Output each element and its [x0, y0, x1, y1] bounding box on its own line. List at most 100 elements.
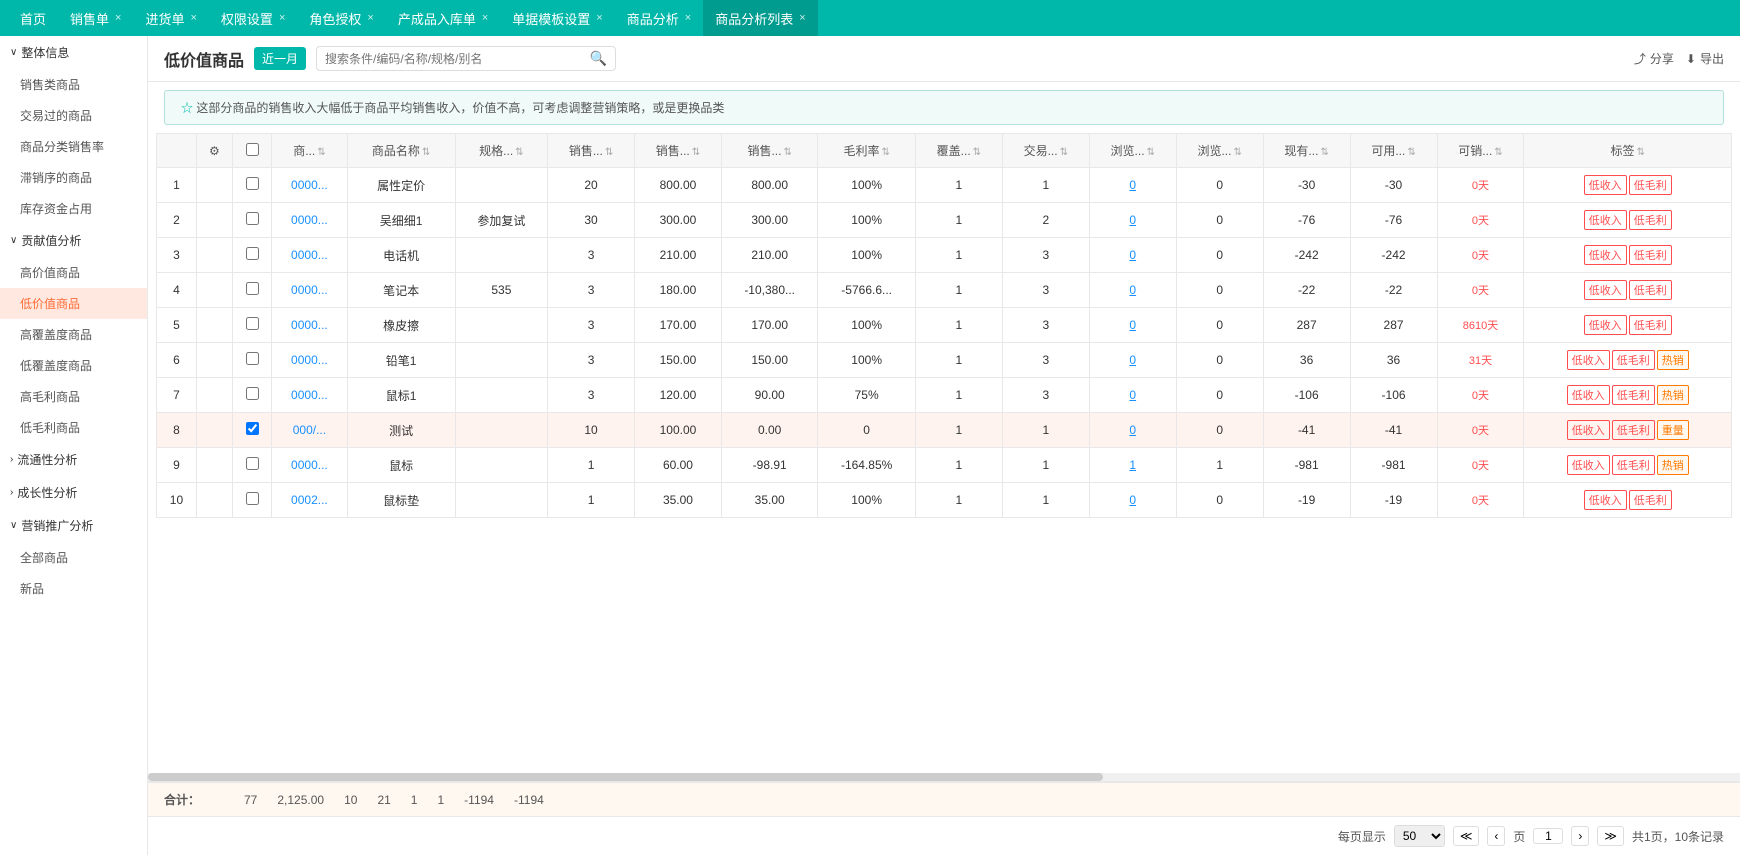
tag-低收入[interactable]: 低收入 — [1584, 245, 1627, 265]
tag-低收入[interactable]: 低收入 — [1567, 350, 1610, 370]
tag-低收入[interactable]: 低收入 — [1567, 385, 1610, 405]
cell-views1[interactable]: 0 — [1089, 238, 1176, 273]
per-page-select[interactable]: 50 100 200 — [1394, 825, 1445, 847]
cell-code[interactable]: 0002... — [272, 483, 347, 518]
tag-低收入[interactable]: 低收入 — [1567, 420, 1610, 440]
cell-checkbox[interactable] — [232, 308, 271, 343]
col-settings[interactable]: ⚙ — [196, 134, 232, 168]
cell-views1[interactable]: 0 — [1089, 378, 1176, 413]
sort-icon[interactable]: ⇅ — [515, 147, 523, 158]
time-filter-button[interactable]: 近一月 — [254, 47, 306, 70]
sidebar-item-滞销序的商品[interactable]: 滞销序的商品 — [0, 162, 147, 193]
sidebar-item-高毛利商品[interactable]: 高毛利商品 — [0, 381, 147, 412]
sort-icon[interactable]: ⇅ — [783, 147, 791, 158]
tag-低毛利[interactable]: 低毛利 — [1629, 175, 1672, 195]
row-checkbox[interactable] — [246, 457, 259, 470]
tag-低收入[interactable]: 低收入 — [1584, 210, 1627, 230]
cell-code[interactable]: 0000... — [272, 238, 347, 273]
next-page-button[interactable]: › — [1571, 826, 1589, 846]
tag-低收入[interactable]: 低收入 — [1584, 175, 1627, 195]
cell-views1[interactable]: 0 — [1089, 273, 1176, 308]
nav-tab-close-icon[interactable]: × — [685, 12, 691, 24]
cell-settings[interactable] — [196, 343, 232, 378]
sort-icon[interactable]: ⇅ — [973, 147, 981, 158]
cell-code[interactable]: 0000... — [272, 168, 347, 203]
sidebar-item-销售类商品[interactable]: 销售类商品 — [0, 69, 147, 100]
sidebar-item-低价值商品[interactable]: 低价值商品 — [0, 288, 147, 319]
nav-tab-权限设置[interactable]: 权限设置× — [209, 0, 297, 36]
nav-tab-close-icon[interactable]: × — [367, 12, 373, 24]
views1-link[interactable]: 0 — [1129, 213, 1136, 227]
sort-icon[interactable]: ⇅ — [317, 147, 325, 158]
cell-code[interactable]: 0000... — [272, 203, 347, 238]
cell-settings[interactable] — [196, 273, 232, 308]
views1-link[interactable]: 0 — [1129, 353, 1136, 367]
search-input[interactable] — [325, 52, 590, 66]
views1-link[interactable]: 0 — [1129, 248, 1136, 262]
cell-views1[interactable]: 1 — [1089, 448, 1176, 483]
nav-tab-商品分析列表[interactable]: 商品分析列表× — [703, 0, 817, 36]
cell-views1[interactable]: 0 — [1089, 343, 1176, 378]
nav-tab-单据模板设置[interactable]: 单据模板设置× — [500, 0, 614, 36]
sidebar-section-3[interactable]: ›成长性分析 — [0, 476, 147, 509]
nav-home[interactable]: 首页 — [8, 9, 58, 28]
tag-低毛利[interactable]: 低毛利 — [1629, 490, 1672, 510]
tag-重量[interactable]: 重量 — [1657, 420, 1689, 440]
cell-code[interactable]: 000/... — [272, 413, 347, 448]
sort-icon[interactable]: ⇅ — [881, 147, 889, 158]
nav-tab-商品分析[interactable]: 商品分析× — [615, 0, 703, 36]
nav-tab-close-icon[interactable]: × — [596, 12, 602, 24]
cell-checkbox[interactable] — [232, 168, 271, 203]
sidebar-section-0[interactable]: ∨整体信息 — [0, 36, 147, 69]
first-page-button[interactable]: ≪ — [1453, 826, 1480, 846]
cell-settings[interactable] — [196, 378, 232, 413]
sort-icon[interactable]: ⇅ — [692, 147, 700, 158]
tag-低毛利[interactable]: 低毛利 — [1629, 210, 1672, 230]
sidebar-item-低覆盖度商品[interactable]: 低覆盖度商品 — [0, 350, 147, 381]
cell-settings[interactable] — [196, 168, 232, 203]
cell-checkbox[interactable] — [232, 483, 271, 518]
sort-icon[interactable]: ⇅ — [1407, 147, 1415, 158]
tag-低收入[interactable]: 低收入 — [1567, 455, 1610, 475]
select-all-checkbox[interactable] — [246, 143, 259, 156]
sidebar-section-4[interactable]: ∨营销推广分析 — [0, 509, 147, 542]
cell-checkbox[interactable] — [232, 378, 271, 413]
cell-checkbox[interactable] — [232, 273, 271, 308]
tag-低毛利[interactable]: 低毛利 — [1629, 315, 1672, 335]
row-checkbox[interactable] — [246, 422, 259, 435]
cell-settings[interactable] — [196, 238, 232, 273]
sort-icon[interactable]: ⇅ — [1147, 147, 1155, 158]
nav-tab-close-icon[interactable]: × — [115, 12, 121, 24]
row-checkbox[interactable] — [246, 212, 259, 225]
sidebar-item-全部商品[interactable]: 全部商品 — [0, 542, 147, 573]
cell-views1[interactable]: 0 — [1089, 168, 1176, 203]
tag-低毛利[interactable]: 低毛利 — [1612, 385, 1655, 405]
nav-tab-close-icon[interactable]: × — [190, 12, 196, 24]
views1-link[interactable]: 0 — [1129, 388, 1136, 402]
cell-settings[interactable] — [196, 308, 232, 343]
nav-tab-角色授权[interactable]: 角色授权× — [297, 0, 385, 36]
views1-link[interactable]: 0 — [1129, 423, 1136, 437]
views1-link[interactable]: 0 — [1129, 493, 1136, 507]
sidebar-section-1[interactable]: ∨贡献值分析 — [0, 224, 147, 257]
sort-icon[interactable]: ⇅ — [1320, 147, 1328, 158]
sort-icon[interactable]: ⇅ — [1494, 147, 1502, 158]
last-page-button[interactable]: ≫ — [1597, 826, 1624, 846]
views1-link[interactable]: 0 — [1129, 283, 1136, 297]
share-button[interactable]: ⤴ 分享 — [1634, 50, 1674, 67]
col-checkbox[interactable] — [232, 134, 271, 168]
sidebar-section-2[interactable]: ›流通性分析 — [0, 443, 147, 476]
sort-icon[interactable]: ⇅ — [422, 147, 430, 158]
nav-tab-close-icon[interactable]: × — [279, 12, 285, 24]
nav-tab-销售单[interactable]: 销售单× — [58, 0, 133, 36]
cell-settings[interactable] — [196, 413, 232, 448]
nav-tab-close-icon[interactable]: × — [799, 12, 805, 24]
horizontal-scrollbar[interactable] — [148, 773, 1740, 781]
cell-views1[interactable]: 0 — [1089, 413, 1176, 448]
cell-settings[interactable] — [196, 448, 232, 483]
cell-settings[interactable] — [196, 483, 232, 518]
tag-低收入[interactable]: 低收入 — [1584, 315, 1627, 335]
current-page-input[interactable] — [1533, 828, 1563, 844]
tag-热销[interactable]: 热销 — [1657, 350, 1689, 370]
nav-tab-进货单[interactable]: 进货单× — [133, 0, 208, 36]
